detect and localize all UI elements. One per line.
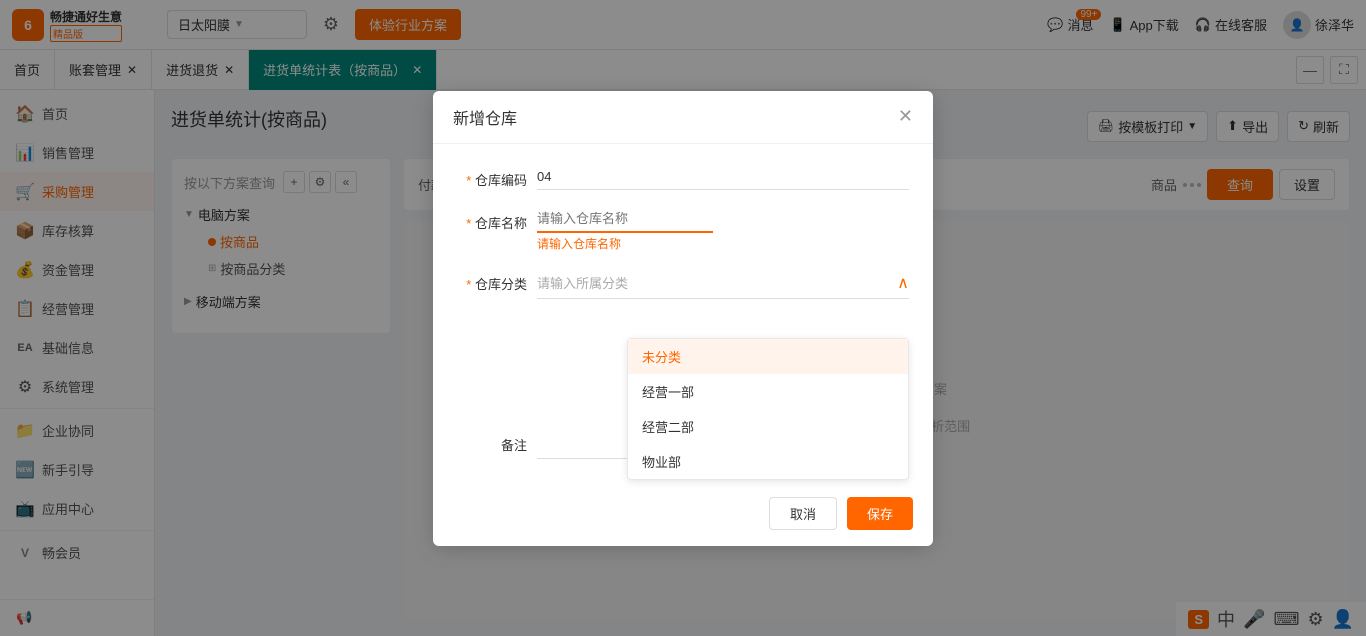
modal-footer: 取消 保存 [433,485,933,546]
form-row-category: * 仓库分类 请输入所属分类 ∧ 未分类 经营一部 经营二部 物业部 [457,268,909,299]
modal-body: * 仓库编码 * 仓库名称 请输入仓库名称 [433,144,933,485]
category-dropdown-trigger[interactable]: 请输入所属分类 ∧ [537,268,909,299]
code-input[interactable] [537,164,909,190]
category-label: * 仓库分类 [457,268,537,293]
category-dropdown-wrap: 请输入所属分类 ∧ 未分类 经营一部 经营二部 物业部 [537,268,909,299]
form-row-name: * 仓库名称 请输入仓库名称 [457,206,909,252]
form-row-code: * 仓库编码 [457,164,909,190]
notes-label: 备注 [457,429,537,454]
modal-close-btn[interactable]: ✕ [898,106,913,127]
dropdown-item-1[interactable]: 经营一部 [628,374,908,409]
name-error: 请输入仓库名称 [537,233,621,252]
dropdown-item-2[interactable]: 经营二部 [628,409,908,444]
modal-header: 新增仓库 ✕ [433,91,933,144]
code-label: * 仓库编码 [457,164,537,189]
modal-title: 新增仓库 [453,105,517,129]
modal-overlay: 新增仓库 ✕ * 仓库编码 * 仓库名称 [0,0,1366,636]
category-dropdown-list: 未分类 经营一部 经营二部 物业部 [627,338,909,480]
dropdown-item-3[interactable]: 物业部 [628,444,908,479]
new-warehouse-modal: 新增仓库 ✕ * 仓库编码 * 仓库名称 [433,91,933,546]
dropdown-item-0[interactable]: 未分类 [628,339,908,374]
name-input[interactable] [537,206,713,233]
cancel-btn[interactable]: 取消 [769,497,837,530]
name-label: * 仓库名称 [457,207,537,232]
save-btn[interactable]: 保存 [847,497,913,530]
dropdown-arrow-up-icon: ∧ [897,273,909,293]
